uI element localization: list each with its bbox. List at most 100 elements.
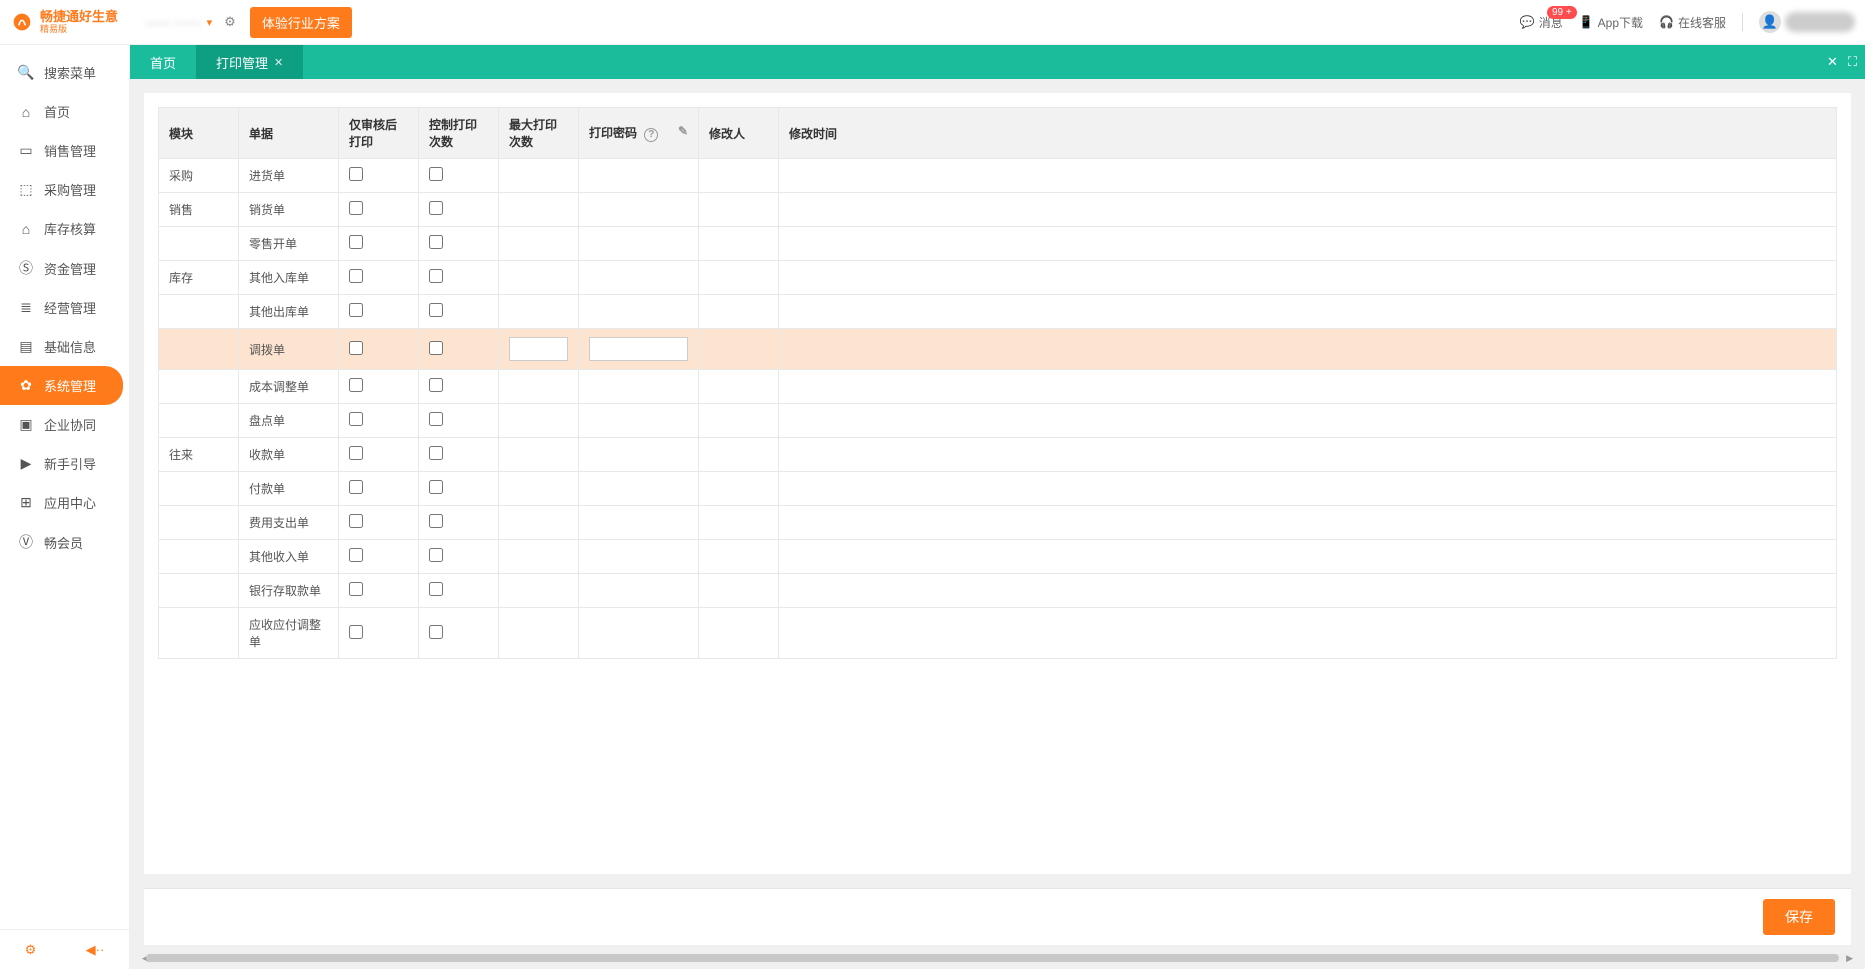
audit-checkbox[interactable] [349, 412, 363, 426]
cell-max-count [499, 472, 579, 506]
username-blurred [1785, 12, 1855, 32]
close-icon[interactable]: ✕ [274, 56, 283, 69]
audit-checkbox[interactable] [349, 548, 363, 562]
cell-doc: 费用支出单 [239, 506, 339, 540]
cell-module [159, 608, 239, 659]
cell-password [579, 506, 699, 540]
cell-modifier [699, 574, 779, 608]
control-checkbox[interactable] [429, 480, 443, 494]
audit-checkbox[interactable] [349, 514, 363, 528]
cell-modify-time [779, 608, 1837, 659]
col-module: 模块 [159, 108, 239, 159]
phone-icon: 📱 [1579, 15, 1594, 29]
password-input[interactable] [589, 337, 688, 361]
audit-checkbox[interactable] [349, 582, 363, 596]
cell-module [159, 329, 239, 370]
control-checkbox[interactable] [429, 582, 443, 596]
audit-checkbox[interactable] [349, 341, 363, 355]
cell-modify-time [779, 261, 1837, 295]
sidebar-item-label: 销售管理 [44, 141, 96, 160]
control-checkbox[interactable] [429, 341, 443, 355]
cell-password [579, 295, 699, 329]
cell-control-count [419, 261, 499, 295]
control-checkbox[interactable] [429, 201, 443, 215]
control-checkbox[interactable] [429, 269, 443, 283]
sidebar-item-12[interactable]: Ⓥ畅会员 [0, 522, 129, 562]
cell-audit-only [339, 608, 419, 659]
main-area: 首页打印管理✕ ✕ ⛶ 模块 单据 仅审核后打印 [130, 45, 1865, 969]
sidebar-icon: ⌂ [18, 104, 34, 120]
sidebar-item-4[interactable]: ⌂库存核算 [0, 209, 129, 248]
industry-plan-button[interactable]: 体验行业方案 [250, 7, 352, 38]
sidebar-item-3[interactable]: ⬚采购管理 [0, 170, 129, 209]
audit-checkbox[interactable] [349, 378, 363, 392]
cell-max-count [499, 574, 579, 608]
settings-icon[interactable]: ⚙ [25, 942, 37, 958]
control-checkbox[interactable] [429, 548, 443, 562]
tab-0[interactable]: 首页 [130, 45, 196, 79]
sidebar-icon: 🔍 [18, 64, 34, 81]
sidebar-item-10[interactable]: ▶新手引导 [0, 444, 129, 483]
sidebar-item-label: 应用中心 [44, 493, 96, 512]
header-right: 💬 消息 99 + 📱 App下载 🎧 在线客服 👤 [1520, 11, 1855, 33]
app-download-link[interactable]: 📱 App下载 [1579, 14, 1643, 31]
sidebar: 🔍搜索菜单⌂首页▭销售管理⬚采购管理⌂库存核算Ⓢ资金管理≣经营管理▤基础信息✿系… [0, 45, 130, 969]
max-count-input[interactable] [509, 337, 568, 361]
cell-module: 库存 [159, 261, 239, 295]
audit-checkbox[interactable] [349, 480, 363, 494]
messages-link[interactable]: 💬 消息 99 + [1520, 14, 1563, 31]
horizontal-scrollbar[interactable]: ◀ ▶ [144, 953, 1851, 963]
cell-control-count [419, 370, 499, 404]
cell-audit-only [339, 540, 419, 574]
sidebar-item-11[interactable]: ⊞应用中心 [0, 483, 129, 522]
tab-1[interactable]: 打印管理✕ [196, 45, 303, 79]
sidebar-item-label: 系统管理 [44, 376, 96, 395]
scrollbar-thumb[interactable] [146, 954, 1839, 962]
sidebar-item-6[interactable]: ≣经营管理 [0, 288, 129, 327]
audit-checkbox[interactable] [349, 446, 363, 460]
gear-icon[interactable]: ⚙ [224, 14, 236, 30]
control-checkbox[interactable] [429, 167, 443, 181]
scroll-right-icon[interactable]: ▶ [1846, 953, 1853, 964]
control-checkbox[interactable] [429, 446, 443, 460]
tab-close-all-icon[interactable]: ✕ [1827, 54, 1838, 70]
sidebar-item-5[interactable]: Ⓢ资金管理 [0, 248, 129, 288]
cell-password [579, 261, 699, 295]
control-checkbox[interactable] [429, 625, 443, 639]
cell-max-count [499, 227, 579, 261]
control-checkbox[interactable] [429, 235, 443, 249]
control-checkbox[interactable] [429, 303, 443, 317]
audit-checkbox[interactable] [349, 269, 363, 283]
chevron-down-icon: ▾ [207, 16, 213, 29]
cell-control-count [419, 608, 499, 659]
company-selector[interactable]: —— —— ▾ [145, 15, 212, 30]
headset-icon: 🎧 [1659, 15, 1674, 29]
audit-checkbox[interactable] [349, 625, 363, 639]
logo-title: 畅捷通好生意 [40, 10, 118, 23]
table-row: 其他出库单 [159, 295, 1837, 329]
audit-checkbox[interactable] [349, 201, 363, 215]
sidebar-item-2[interactable]: ▭销售管理 [0, 131, 129, 170]
fullscreen-icon[interactable]: ⛶ [1848, 54, 1857, 70]
user-menu[interactable]: 👤 [1759, 11, 1855, 33]
help-icon[interactable]: ? [644, 128, 658, 142]
sidebar-item-1[interactable]: ⌂首页 [0, 92, 129, 131]
edit-icon[interactable]: ✎ [678, 124, 688, 138]
control-checkbox[interactable] [429, 514, 443, 528]
content-panel: 模块 单据 仅审核后打印 控制打印次数 最大打印次数 打印密码 ? ✎ 修改人 [144, 93, 1851, 874]
online-service-link[interactable]: 🎧 在线客服 [1659, 14, 1726, 31]
save-button[interactable]: 保存 [1763, 899, 1835, 935]
sidebar-item-7[interactable]: ▤基础信息 [0, 327, 129, 366]
collapse-icon[interactable]: ◀·· [86, 942, 105, 958]
sidebar-icon: Ⓢ [18, 258, 34, 278]
sidebar-item-0[interactable]: 🔍搜索菜单 [0, 53, 129, 92]
cell-audit-only [339, 472, 419, 506]
audit-checkbox[interactable] [349, 167, 363, 181]
sidebar-item-9[interactable]: ▣企业协同 [0, 405, 129, 444]
control-checkbox[interactable] [429, 412, 443, 426]
audit-checkbox[interactable] [349, 303, 363, 317]
sidebar-item-8[interactable]: ✿系统管理 [0, 366, 123, 405]
audit-checkbox[interactable] [349, 235, 363, 249]
sidebar-icon: ▣ [18, 416, 34, 433]
control-checkbox[interactable] [429, 378, 443, 392]
